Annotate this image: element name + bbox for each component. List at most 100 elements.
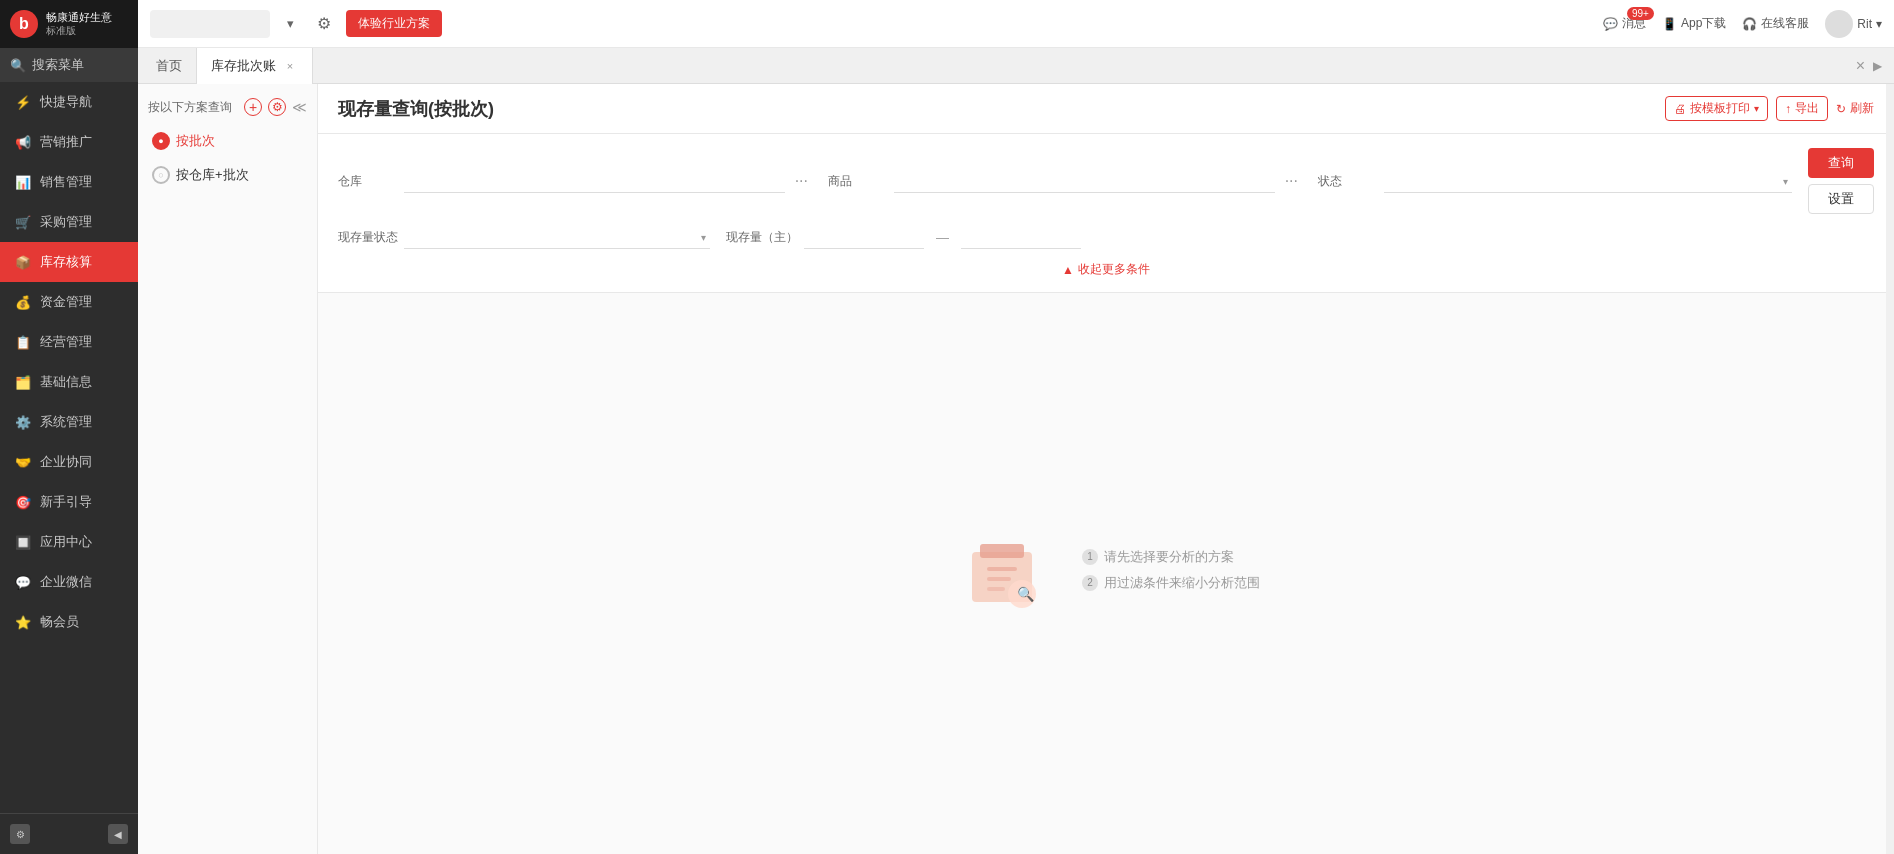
user-action[interactable]: Rit ▾ bbox=[1825, 10, 1882, 38]
export-icon: ↑ bbox=[1785, 102, 1791, 116]
sidebar-item-inventory[interactable]: 📦 库存核算 bbox=[0, 242, 138, 282]
tab-inventory-batch[interactable]: 库存批次账 × bbox=[197, 48, 313, 84]
sales-icon: 📊 bbox=[14, 173, 32, 191]
sidebar-item-finance[interactable]: 💰 资金管理 bbox=[0, 282, 138, 322]
sidebar-item-label: 营销推广 bbox=[40, 133, 92, 151]
topbar: ▾ ⚙ 体验行业方案 💬 消息 99+ 📱 App下载 🎧 在线客服 Rit ▾ bbox=[138, 0, 1894, 48]
content-area: 按以下方案查询 + ⚙ ≪ ● 按批次 ○ 按仓库+批次 现存量查询(按批次) bbox=[138, 84, 1894, 854]
empty-hint-text: 1 请先选择要分析的方案 2 用过滤条件来缩小分析范围 bbox=[1082, 548, 1260, 600]
sidebar-item-sales[interactable]: 📊 销售管理 bbox=[0, 162, 138, 202]
plan-item-batch[interactable]: ● 按批次 bbox=[138, 124, 317, 158]
sidebar-item-label: 系统管理 bbox=[40, 413, 92, 431]
page-actions: 🖨 按模板打印 ▾ ↑ 导出 ↻ 刷新 bbox=[1665, 96, 1874, 133]
member-icon: ⭐ bbox=[14, 613, 32, 631]
svg-rect-1 bbox=[980, 544, 1024, 558]
filter-inventory-status: 现存量状态 ▾ bbox=[338, 226, 710, 249]
sidebar-item-label: 销售管理 bbox=[40, 173, 92, 191]
app-name: 畅康通好生意 bbox=[46, 10, 112, 24]
refresh-button[interactable]: ↻ 刷新 bbox=[1836, 100, 1874, 117]
filter-row-2: 现存量状态 ▾ 现存量（主） — bbox=[338, 226, 1874, 249]
add-plan-icon[interactable]: + bbox=[244, 98, 262, 116]
svg-text:🔍: 🔍 bbox=[1017, 586, 1035, 603]
settings-bottom-icon[interactable]: ⚙ bbox=[10, 824, 30, 844]
warehouse-label: 仓库 bbox=[338, 173, 398, 190]
print-dropdown-icon: ▾ bbox=[1754, 103, 1759, 114]
left-panel-title: 按以下方案查询 bbox=[148, 99, 232, 116]
user-dropdown-icon: ▾ bbox=[1876, 17, 1882, 31]
sidebar-item-marketing[interactable]: 📢 营销推广 bbox=[0, 122, 138, 162]
topbar-gear-icon[interactable]: ⚙ bbox=[310, 10, 338, 38]
tab-arrow-right[interactable]: ▶ bbox=[1873, 59, 1882, 73]
trial-button[interactable]: 体验行业方案 bbox=[346, 10, 442, 37]
app-version: 标准版 bbox=[46, 24, 112, 38]
dash-separator: — bbox=[930, 230, 955, 245]
customer-service-label: 在线客服 bbox=[1761, 15, 1809, 32]
purchase-icon: 🛒 bbox=[14, 213, 32, 231]
sidebar-item-label: 新手引导 bbox=[40, 493, 92, 511]
empty-illustration: 🔍 bbox=[952, 522, 1052, 625]
inventory-status-select-wrapper: ▾ bbox=[404, 226, 710, 249]
query-button[interactable]: 查询 bbox=[1808, 148, 1874, 178]
sidebar-item-label: 采购管理 bbox=[40, 213, 92, 231]
hint-text-2: 用过滤条件来缩小分析范围 bbox=[1104, 574, 1260, 592]
topbar-search-input[interactable] bbox=[150, 10, 270, 38]
chevron-up-icon: ▲ bbox=[1062, 263, 1074, 277]
sidebar-item-newbie[interactable]: 🎯 新手引导 bbox=[0, 482, 138, 522]
sidebar-collapse-btn[interactable]: ◀ bbox=[108, 824, 128, 844]
tab-inventory-batch-label: 库存批次账 bbox=[211, 57, 276, 75]
sidebar-search[interactable]: 🔍 搜索菜单 bbox=[0, 48, 138, 82]
warehouse-more-icon[interactable]: ··· bbox=[791, 172, 812, 190]
plan-batch-icon: ● bbox=[152, 132, 170, 150]
sidebar-item-label: 库存核算 bbox=[40, 253, 92, 271]
topbar-dropdown-arrow[interactable]: ▾ bbox=[278, 12, 302, 36]
template-print-button[interactable]: 🖨 按模板打印 ▾ bbox=[1665, 96, 1768, 121]
sidebar: b 畅康通好生意 标准版 🔍 搜索菜单 ⚡ 快捷导航 📢 营销推广 📊 销售管理… bbox=[0, 0, 138, 854]
sidebar-item-wechat[interactable]: 💬 企业微信 bbox=[0, 562, 138, 602]
tab-home[interactable]: 首页 bbox=[142, 48, 197, 84]
plan-warehouse-batch-label: 按仓库+批次 bbox=[176, 166, 249, 184]
message-action[interactable]: 💬 消息 99+ bbox=[1603, 15, 1646, 32]
plan-item-warehouse-batch[interactable]: ○ 按仓库+批次 bbox=[138, 158, 317, 192]
svg-rect-2 bbox=[987, 567, 1017, 571]
filter-status: 状态 ▾ bbox=[1318, 170, 1792, 193]
sidebar-item-basic[interactable]: 🗂️ 基础信息 bbox=[0, 362, 138, 402]
collapse-more-label: 收起更多条件 bbox=[1078, 261, 1150, 278]
collapse-panel-icon[interactable]: ≪ bbox=[292, 99, 307, 115]
sidebar-item-operations[interactable]: 📋 经营管理 bbox=[0, 322, 138, 362]
app-download-action[interactable]: 📱 App下载 bbox=[1662, 15, 1726, 32]
status-select[interactable] bbox=[1384, 170, 1792, 193]
plan-batch-label: 按批次 bbox=[176, 132, 215, 150]
refresh-label: 刷新 bbox=[1850, 100, 1874, 117]
sidebar-item-enterprise[interactable]: 🤝 企业协同 bbox=[0, 442, 138, 482]
warehouse-input[interactable] bbox=[404, 170, 785, 193]
hint-num-1: 1 bbox=[1082, 549, 1098, 565]
sidebar-item-app-center[interactable]: 🔲 应用中心 bbox=[0, 522, 138, 562]
app-center-icon: 🔲 bbox=[14, 533, 32, 551]
settings-button[interactable]: 设置 bbox=[1808, 184, 1874, 214]
product-input[interactable] bbox=[894, 170, 1275, 193]
sidebar-item-purchase[interactable]: 🛒 采购管理 bbox=[0, 202, 138, 242]
sidebar-item-quick-nav[interactable]: ⚡ 快捷导航 bbox=[0, 82, 138, 122]
print-icon: 🖨 bbox=[1674, 102, 1686, 116]
export-button[interactable]: ↑ 导出 bbox=[1776, 96, 1828, 121]
tab-close-button[interactable]: × bbox=[282, 58, 298, 74]
product-more-icon[interactable]: ··· bbox=[1281, 172, 1302, 190]
inventory-qty-to-input[interactable] bbox=[961, 226, 1081, 249]
sidebar-item-label: 快捷导航 bbox=[40, 93, 92, 111]
sidebar-bottom: ⚙ ◀ bbox=[0, 813, 138, 854]
sidebar-item-label: 企业微信 bbox=[40, 573, 92, 591]
inventory-qty-from-input[interactable] bbox=[804, 226, 924, 249]
message-icon: 💬 bbox=[1603, 17, 1618, 31]
collapse-more-btn[interactable]: ▲ 收起更多条件 bbox=[1062, 261, 1150, 278]
inventory-status-select[interactable] bbox=[404, 226, 710, 249]
basic-icon: 🗂️ bbox=[14, 373, 32, 391]
left-panel-actions: + ⚙ ≪ bbox=[244, 98, 307, 116]
filter-product: 商品 ··· bbox=[828, 170, 1302, 193]
sidebar-item-system[interactable]: ⚙️ 系统管理 bbox=[0, 402, 138, 442]
sidebar-item-member[interactable]: ⭐ 畅会员 bbox=[0, 602, 138, 642]
customer-service-action[interactable]: 🎧 在线客服 bbox=[1742, 15, 1809, 32]
sidebar-item-label: 应用中心 bbox=[40, 533, 92, 551]
settings-plan-icon[interactable]: ⚙ bbox=[268, 98, 286, 116]
tab-home-label: 首页 bbox=[156, 57, 182, 75]
tab-close-all-button[interactable]: × bbox=[1856, 57, 1865, 75]
